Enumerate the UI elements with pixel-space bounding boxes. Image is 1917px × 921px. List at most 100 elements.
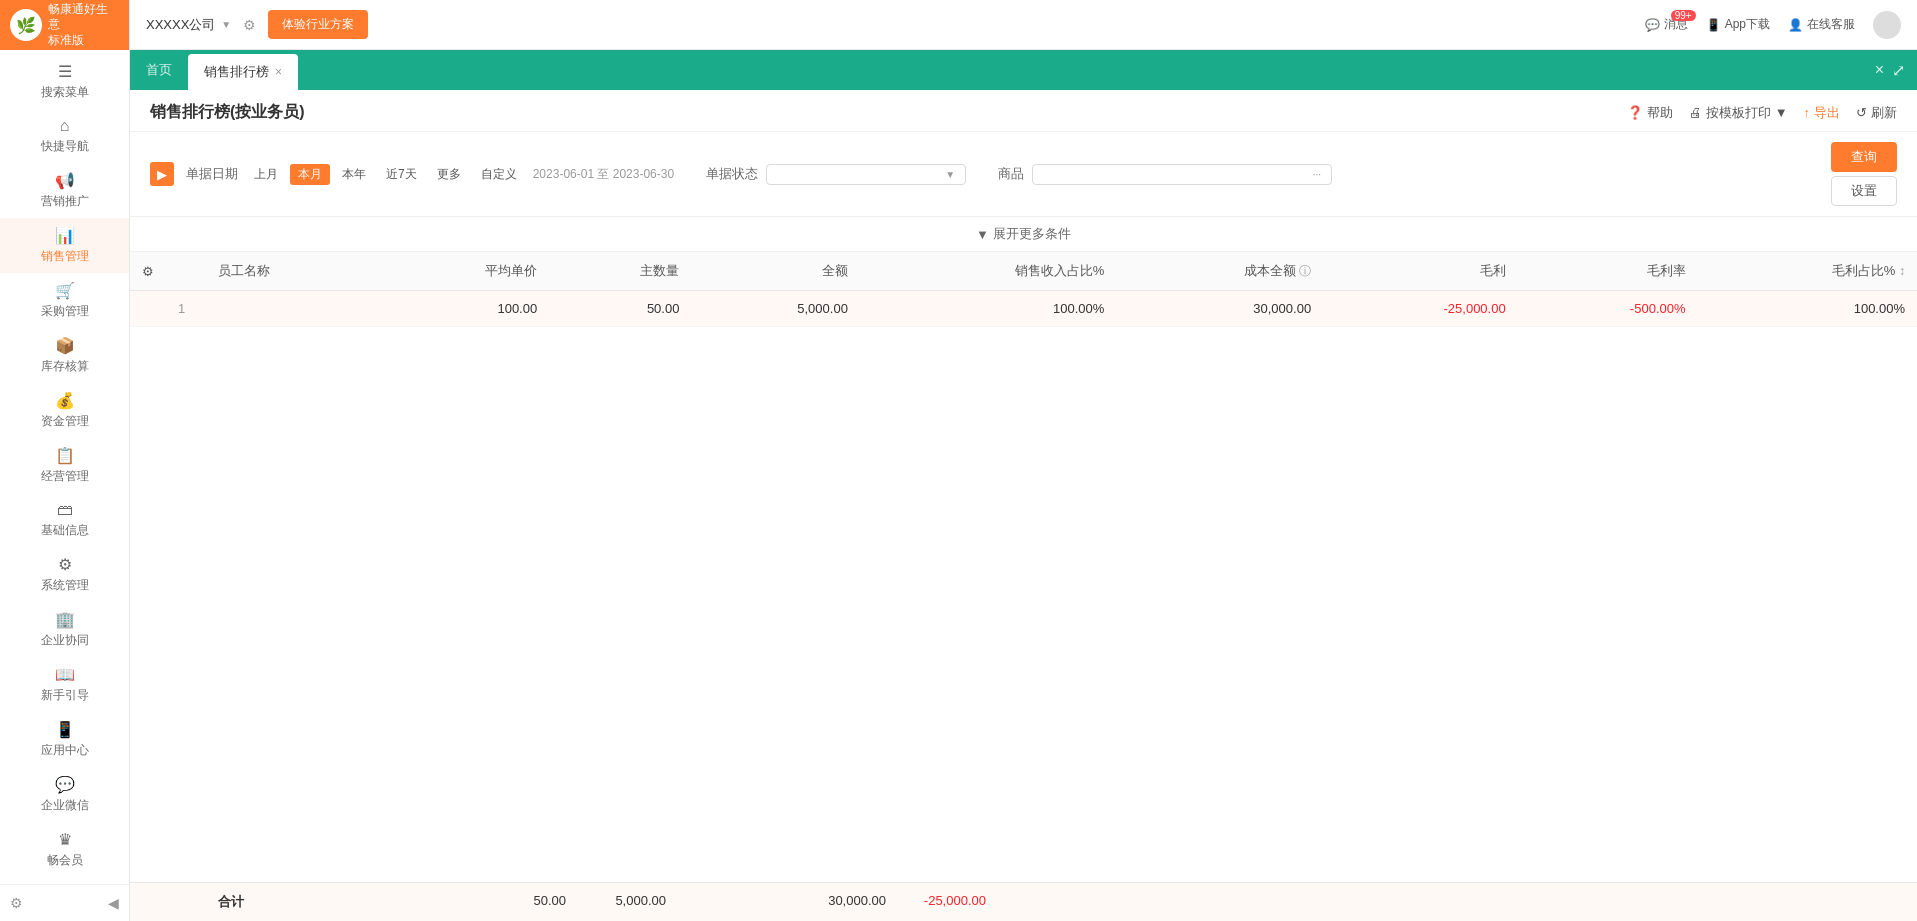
th-avg-price: 平均单价 <box>378 252 550 291</box>
profit-pct-sort-icon[interactable]: ↕ <box>1899 264 1905 278</box>
company-selector[interactable]: XXXXX公司 ▼ <box>146 16 231 34</box>
sidebar-item-label: 搜索菜单 <box>41 84 89 101</box>
tab-home[interactable]: 首页 <box>130 50 188 90</box>
header-settings-icon[interactable]: ⚙ <box>243 17 256 33</box>
footer-amount: 5,000.00 <box>578 893 678 911</box>
date-range: 2023-06-01 至 2023-06-30 <box>533 166 674 183</box>
window-max-btn[interactable]: ⤢ <box>1892 61 1905 80</box>
sidebar-item-inventory[interactable]: 📦 库存核算 <box>0 328 129 383</box>
date-tab-this-month[interactable]: 本月 <box>290 164 330 185</box>
print-dropdown-arrow: ▼ <box>1775 105 1788 120</box>
status-select-arrow: ▼ <box>945 169 955 180</box>
filter-toggle-btn[interactable]: ▶ <box>150 162 174 186</box>
trial-btn[interactable]: 体验行业方案 <box>268 10 368 39</box>
profit-rate-label: 毛利率 <box>1647 263 1686 278</box>
td-profit: -25,000.00 <box>1323 291 1518 327</box>
online-service-action[interactable]: 👤 在线客服 <box>1788 16 1855 33</box>
table-body: 1 100.00 50.00 <box>130 291 1917 327</box>
status-select[interactable]: ▼ <box>766 164 966 185</box>
user-avatar[interactable] <box>1873 11 1901 39</box>
export-label: 导出 <box>1814 104 1840 122</box>
purchase-icon: 🛒 <box>55 281 75 300</box>
app-download-action[interactable]: 📱 App下载 <box>1706 16 1770 33</box>
corp-icon: 🏢 <box>55 610 75 629</box>
filter-settings-btn[interactable]: 设置 <box>1831 176 1897 206</box>
date-tab-this-year[interactable]: 本年 <box>334 164 374 185</box>
date-tab-7days[interactable]: 近7天 <box>378 164 425 185</box>
help-btn[interactable]: ❓ 帮助 <box>1627 104 1673 122</box>
sidebar-item-label: 企业微信 <box>41 797 89 814</box>
sidebar-item-sales[interactable]: 📊 销售管理 <box>0 218 129 273</box>
profit-label: 毛利 <box>1480 263 1506 278</box>
ops-icon: 📋 <box>55 446 75 465</box>
sidebar-item-label: 库存核算 <box>41 358 89 375</box>
footer-profit-rate <box>998 893 1098 911</box>
sidebar-item-guide[interactable]: 📖 新手引导 <box>0 657 129 712</box>
th-profit-pct: 毛利占比% ↕ <box>1698 252 1917 291</box>
footer-cost: 30,000.00 <box>778 893 898 911</box>
sidebar-nav: ☰ 搜索菜单 ⌂ 快捷导航 📢 营销推广 📊 销售管理 🛒 采购管理 📦 库存核… <box>0 50 129 884</box>
goods-select-arrow: ··· <box>1313 169 1321 180</box>
tab-sales-ranking[interactable]: 销售排行榜 × <box>188 54 298 90</box>
sidebar-item-search[interactable]: ☰ 搜索菜单 <box>0 54 129 109</box>
tab-close-icon[interactable]: × <box>275 65 282 79</box>
query-btn[interactable]: 查询 <box>1831 142 1897 172</box>
print-btn[interactable]: 🖨 按模板打印 ▼ <box>1689 104 1788 122</box>
status-filter-group: 单据状态 ▼ <box>706 164 966 185</box>
sidebar: 🌿 畅康通好生意 标准版 ☰ 搜索菜单 ⌂ 快捷导航 📢 营销推广 📊 销售管理… <box>0 0 130 921</box>
top-header-right: 💬 消息 99+ 📱 App下载 👤 在线客服 <box>1645 11 1901 39</box>
sidebar-item-purchase[interactable]: 🛒 采购管理 <box>0 273 129 328</box>
td-avg-price: 100.00 <box>378 291 550 327</box>
sales-ranking-table: ⚙ 员工名称 平均单价 主数量 <box>130 252 1917 327</box>
td-employee-name <box>206 291 378 327</box>
sidebar-item-base[interactable]: 🗃 基础信息 <box>0 493 129 547</box>
th-profit: 毛利 <box>1323 252 1518 291</box>
date-tab-more[interactable]: 更多 <box>429 164 469 185</box>
sidebar-item-marketing[interactable]: 📢 营销推广 <box>0 163 129 218</box>
expand-filter-btn[interactable]: ▼ 展开更多条件 <box>130 217 1917 252</box>
cost-label: 成本全额 <box>1244 263 1296 278</box>
td-rank: 1 <box>166 291 206 327</box>
goods-select[interactable]: ··· <box>1032 164 1332 185</box>
sidebar-item-member[interactable]: ♛ 畅会员 <box>0 822 129 877</box>
th-employee-name: 员工名称 <box>206 252 378 291</box>
th-settings[interactable]: ⚙ <box>130 252 166 291</box>
footer-settings-btn[interactable]: ⚙ <box>10 895 23 911</box>
date-tab-custom[interactable]: 自定义 <box>473 164 525 185</box>
sidebar-item-corp[interactable]: 🏢 企业协同 <box>0 602 129 657</box>
goods-filter-group: 商品 ··· <box>998 164 1332 185</box>
inventory-icon: 📦 <box>55 336 75 355</box>
refresh-icon: ↺ <box>1856 105 1867 120</box>
sidebar-item-appstore[interactable]: 📱 应用中心 <box>0 712 129 767</box>
th-profit-rate: 毛利率 <box>1518 252 1698 291</box>
date-filter-group: 单据日期 上月 本月 本年 近7天 更多 自定义 2023-06-01 至 20… <box>186 164 674 185</box>
guide-icon: 📖 <box>55 665 75 684</box>
window-close-btn[interactable]: × <box>1875 61 1884 79</box>
date-tab-last-month[interactable]: 上月 <box>246 164 286 185</box>
export-btn[interactable]: ↑ 导出 <box>1804 104 1841 122</box>
appstore-icon: 📱 <box>55 720 75 739</box>
date-filter-label: 单据日期 <box>186 165 238 183</box>
member-icon: ♛ <box>58 830 72 849</box>
quantity-label: 主数量 <box>640 263 679 278</box>
refresh-btn[interactable]: ↺ 刷新 <box>1856 104 1897 122</box>
logo-text: 畅康通好生意 标准版 <box>48 2 119 49</box>
sidebar-item-label: 系统管理 <box>41 577 89 594</box>
sidebar-item-finance[interactable]: 💰 资金管理 <box>0 383 129 438</box>
table-row: 1 100.00 50.00 <box>130 291 1917 327</box>
footer-collapse-btn[interactable]: ◀ <box>108 895 119 911</box>
finance-icon: 💰 <box>55 391 75 410</box>
cost-info-icon[interactable]: ⓘ <box>1299 264 1311 278</box>
sidebar-item-ops[interactable]: 📋 经营管理 <box>0 438 129 493</box>
export-icon: ↑ <box>1804 105 1811 120</box>
sidebar-item-quick-nav[interactable]: ⌂ 快捷导航 <box>0 109 129 163</box>
sales-icon: 📊 <box>55 226 75 245</box>
filter-bar: ▶ 单据日期 上月 本月 本年 近7天 更多 自定义 2023-06-01 至 … <box>130 132 1917 217</box>
sidebar-item-system[interactable]: ⚙ 系统管理 <box>0 547 129 602</box>
sidebar-item-wechat[interactable]: 💬 企业微信 <box>0 767 129 822</box>
page: 销售排行榜(按业务员) ❓ 帮助 🖨 按模板打印 ▼ ↑ 导出 <box>130 90 1917 921</box>
footer-quantity: 50.00 <box>498 893 578 911</box>
message-action[interactable]: 💬 消息 99+ <box>1645 16 1688 33</box>
sidebar-item-label: 资金管理 <box>41 413 89 430</box>
sidebar-item-label: 营销推广 <box>41 193 89 210</box>
